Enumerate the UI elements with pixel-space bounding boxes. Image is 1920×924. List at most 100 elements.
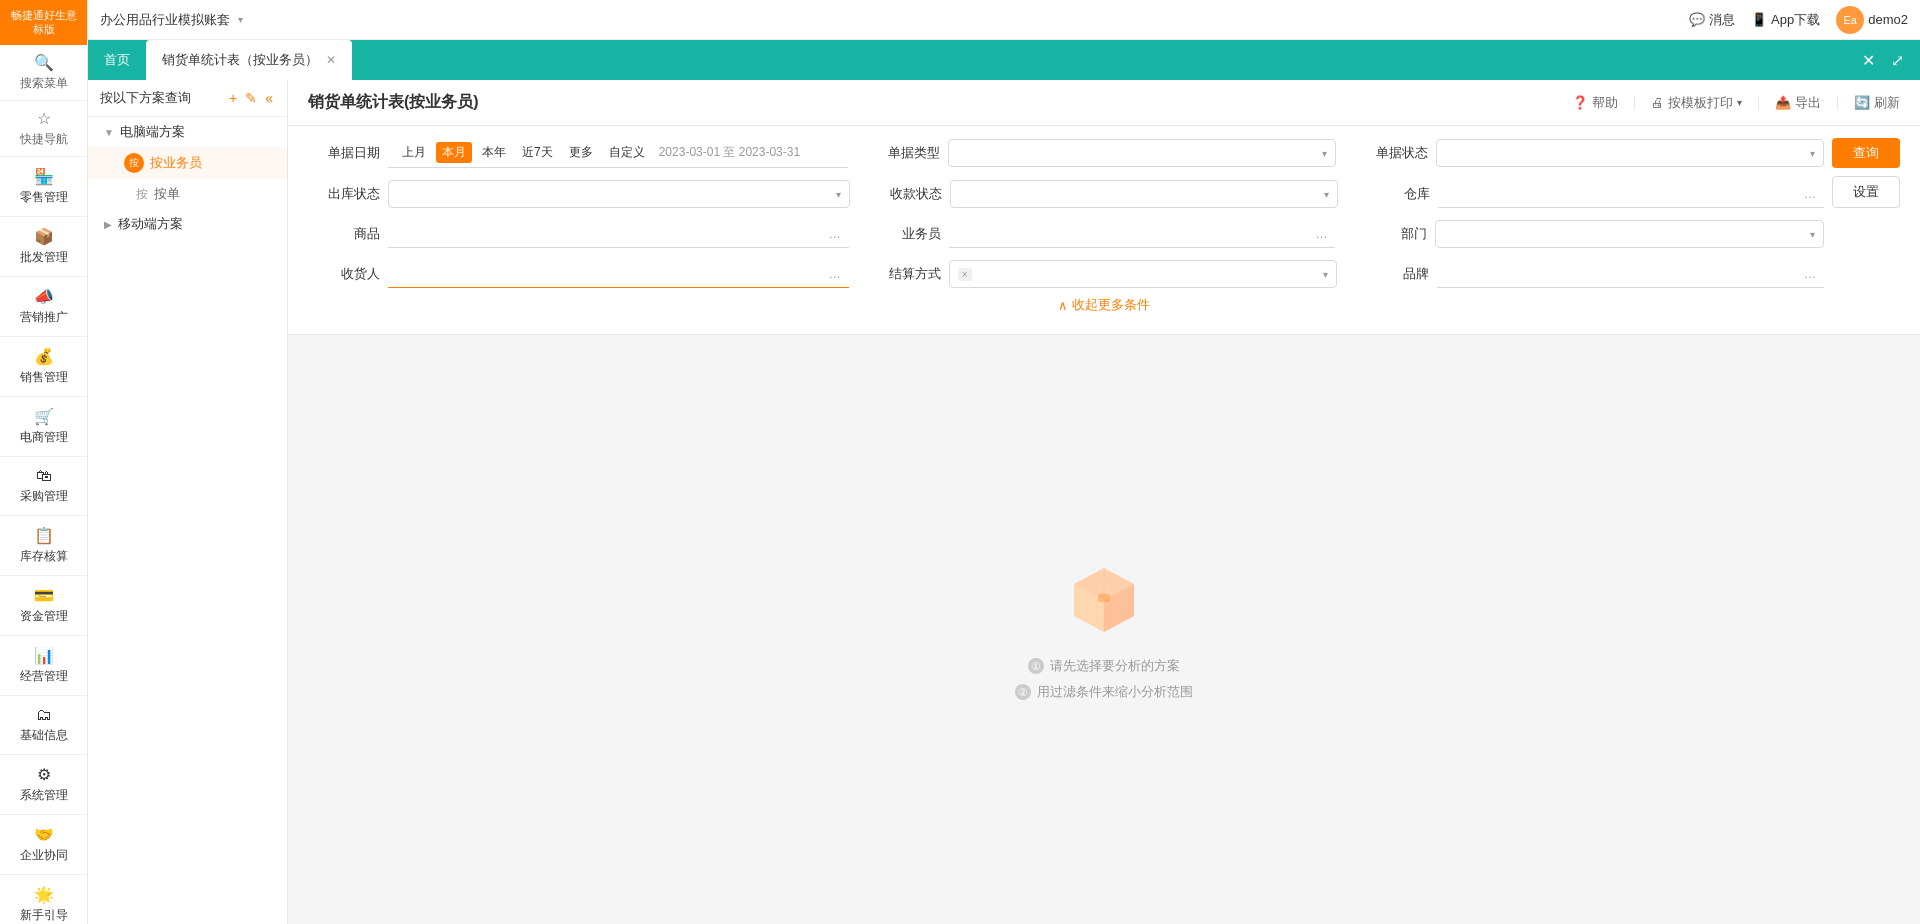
collapse-panel-btn[interactable]: « [263,88,275,108]
sidebar-item-marketing[interactable]: 📣 营销推广 [0,277,87,337]
tabbar: 首页 销货单统计表（按业务员） ✕ ✕ ⤢ [88,40,1920,80]
sidebar-shortcuts[interactable]: ☆ 快捷导航 [0,101,87,157]
department-select[interactable]: ▾ [1435,220,1824,248]
sidebar-item-wholesale[interactable]: 📦 批发管理 [0,217,87,277]
export-icon: 📤 [1775,95,1791,110]
print-btn[interactable]: 🖨 按模板打印 ▾ [1651,94,1742,112]
refresh-icon: 🔄 [1854,95,1870,110]
export-btn[interactable]: 📤 导出 [1775,94,1821,112]
tree-sub-order-label: 按单 [154,185,180,203]
out-status-label: 出库状态 [308,185,388,203]
page-header: 销货单统计表(按业务员) ❓ 帮助 🖨 按模板打印 ▾ 📤 [288,80,1920,126]
tree-sub-order[interactable]: 按 按单 [88,179,287,209]
brand-field[interactable]: … [1437,260,1824,288]
topbar-left: 办公用品行业模拟账套 ▾ [100,11,243,29]
consignee-label: 收货人 [308,265,388,283]
avatar-text: Ea [1844,14,1857,26]
filter-row-4: 收货人 … 结算方式 × ▾ 品牌 [308,260,1824,288]
date-label: 单据日期 [308,144,388,162]
brand-dots[interactable]: … [1804,267,1816,281]
salesman-label: 业务员 [869,225,949,243]
receive-status-label: 收款状态 [870,185,950,203]
tabbar-actions: ✕ ⤢ [1858,47,1920,74]
sidebar-item-basic[interactable]: 🗂 基础信息 [0,696,87,755]
tab-sales-stat[interactable]: 销货单统计表（按业务员） ✕ [146,40,352,80]
consignee-field[interactable]: … [388,260,849,288]
date-tab-lastmonth[interactable]: 上月 [396,142,432,163]
warehouse-field[interactable]: … [1438,180,1824,208]
product-dots[interactable]: … [829,227,841,241]
edit-scheme-btn[interactable]: ✎ [243,88,259,108]
tree-expand-icon: ▼ [104,127,114,138]
sidebar-item-operations[interactable]: 📊 经营管理 [0,636,87,696]
settlement-select[interactable]: × ▾ [949,260,1338,288]
sidebar-item-retail[interactable]: 🏪 零售管理 [0,157,87,217]
query-button[interactable]: 查询 [1832,138,1900,168]
page-actions: ❓ 帮助 🖨 按模板打印 ▾ 📤 导出 [1572,94,1900,124]
date-tab-thisyear[interactable]: 本年 [476,142,512,163]
hint2-num: ② [1015,684,1031,700]
receive-status-select[interactable]: ▾ [950,180,1338,208]
sidebar-item-finance-label: 资金管理 [20,608,68,625]
consignee-dots[interactable]: … [829,267,841,281]
download-icon: 📱 [1751,12,1767,27]
bill-type-label: 单据类型 [868,144,948,162]
close-tab-btn[interactable]: ✕ [1858,47,1879,74]
tree-mobile-scheme[interactable]: ▶ 移动端方案 [88,209,287,239]
date-tab-7days[interactable]: 近7天 [516,142,559,163]
settlement-label: 结算方式 [869,265,949,283]
left-panel-actions: + ✎ « [227,88,275,108]
user-avatar-btn[interactable]: Ea demo2 [1836,6,1908,34]
bill-status-select[interactable]: ▾ [1436,139,1824,167]
date-tab-thismonth[interactable]: 本月 [436,142,472,163]
tree-pc-scheme-label: 电脑端方案 [120,123,185,141]
message-btn[interactable]: 💬 消息 [1689,11,1735,29]
sidebar-search[interactable]: 🔍 搜索菜单 [0,45,87,101]
empty-hint-2: ② 用过滤条件来缩小分析范围 [1015,683,1193,701]
tab-close-icon[interactable]: ✕ [326,53,336,67]
refresh-btn[interactable]: 🔄 刷新 [1854,94,1900,112]
tree-mobile-scheme-label: 移动端方案 [118,215,183,233]
hint2-text: 用过滤条件来缩小分析范围 [1037,683,1193,701]
salesman-scheme-icon: 按 [124,153,144,173]
product-field[interactable]: … [388,220,849,248]
workspace-dropdown-icon[interactable]: ▾ [238,14,243,25]
tree-child-salesman[interactable]: 按 按业务员 [88,147,287,179]
add-scheme-btn[interactable]: + [227,88,239,108]
expand-tab-btn[interactable]: ⤢ [1887,47,1908,74]
sidebar-item-purchase[interactable]: 🛍 采购管理 [0,457,87,516]
sidebar-item-sales[interactable]: 💰 销售管理 [0,337,87,397]
sidebar-item-ecommerce[interactable]: 🛒 电商管理 [0,397,87,457]
bill-status-arrow-icon: ▾ [1810,148,1815,159]
help-icon: ❓ [1572,95,1588,110]
warehouse-dots[interactable]: … [1804,187,1816,201]
bill-type-select[interactable]: ▾ [948,139,1336,167]
app-download-btn[interactable]: 📱 App下载 [1751,11,1820,29]
settlement-tag-close[interactable]: × [962,269,968,280]
sidebar-item-inventory[interactable]: 📋 库存核算 [0,516,87,576]
reset-button[interactable]: 设置 [1832,176,1900,208]
tree-pc-scheme[interactable]: ▼ 电脑端方案 [88,117,287,147]
tab-home[interactable]: 首页 [88,40,146,80]
sidebar-item-system[interactable]: ⚙ 系统管理 [0,755,87,815]
print-dropdown-icon[interactable]: ▾ [1737,97,1742,108]
sidebar-item-newbie[interactable]: 🌟 新手引导 [0,875,87,924]
collapse-filters-btn[interactable]: ∧ 收起更多条件 [308,288,1900,322]
ecommerce-icon: 🛒 [34,407,54,426]
out-status-select[interactable]: ▾ [388,180,850,208]
filter-row-3: 商品 … 业务员 … 部门 ▾ [308,220,1824,248]
sidebar-item-enterprise[interactable]: 🤝 企业协同 [0,815,87,875]
app-logo-text: 畅捷通好生意标版 [11,8,77,37]
salesman-field[interactable]: … [949,220,1336,248]
salesman-dots[interactable]: … [1315,227,1327,241]
sidebar-item-finance[interactable]: 💳 资金管理 [0,576,87,636]
help-btn[interactable]: ❓ 帮助 [1572,94,1618,112]
print-label: 按模板打印 [1668,94,1733,112]
sidebar-item-wholesale-label: 批发管理 [20,249,68,266]
right-panel: 销货单统计表(按业务员) ❓ 帮助 🖨 按模板打印 ▾ 📤 [288,80,1920,924]
date-tab-custom[interactable]: 自定义 [603,142,651,163]
date-tab-more[interactable]: 更多 [563,142,599,163]
sidebar-item-marketing-label: 营销推广 [20,309,68,326]
app-download-label: App下载 [1771,11,1820,29]
main-area: 办公用品行业模拟账套 ▾ 💬 消息 📱 App下载 Ea demo2 首页 [88,0,1920,924]
